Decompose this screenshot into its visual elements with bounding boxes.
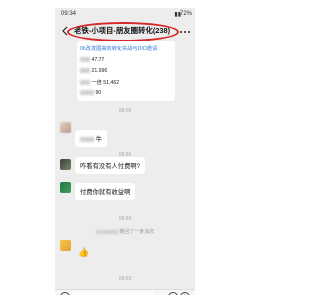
more-options-icon[interactable] [179, 30, 191, 34]
stats-line-5: 90 [80, 90, 101, 96]
stats-line-2: 47.77 [80, 57, 104, 63]
avatar[interactable] [60, 122, 71, 133]
thumbs-up-emoji[interactable]: 👍 [78, 248, 89, 257]
phone-screen: 09:34 ▮▮ 72% 老铁-小项目-朋友圈转化(238) 06改发圈高效转化… [55, 8, 195, 295]
avatar[interactable] [60, 182, 71, 193]
stats-message-bubble[interactable]: 06改发圈高效转化实战与DIO邀请 47.77 21.996 一倍 51,462… [77, 41, 175, 101]
stats-line-4: 一倍 51,462 [80, 79, 119, 86]
avatar[interactable] [60, 159, 71, 170]
message-bubble[interactable]: 咋看有没有人付费啊? [75, 157, 146, 174]
battery-level: 72% [179, 11, 192, 17]
status-bar: 09:34 ▮▮ 72% [55, 8, 195, 20]
input-bar: + [55, 289, 195, 295]
timestamp: 09:03 [118, 276, 132, 282]
status-time: 09:34 [61, 11, 77, 17]
timestamp: 08:00 [118, 108, 132, 114]
recall-notice: 撤回了一条消息 [55, 228, 195, 235]
back-arrow-icon[interactable] [60, 26, 70, 36]
timestamp: 08:59 [118, 216, 132, 222]
chat-titlebar: 老铁-小项目-朋友圈转化(238) [55, 20, 195, 42]
stats-line-3: 21.996 [80, 68, 107, 74]
message-bubble[interactable]: 付费你就有收益啊 [75, 183, 136, 200]
chat-title: 老铁-小项目-朋友圈转化(238) [74, 26, 171, 35]
stats-line-1: 06改发圈高效转化实战与DIO邀请 [80, 46, 158, 52]
avatar[interactable] [60, 240, 71, 251]
message-bubble[interactable]: 牛 [75, 130, 108, 147]
